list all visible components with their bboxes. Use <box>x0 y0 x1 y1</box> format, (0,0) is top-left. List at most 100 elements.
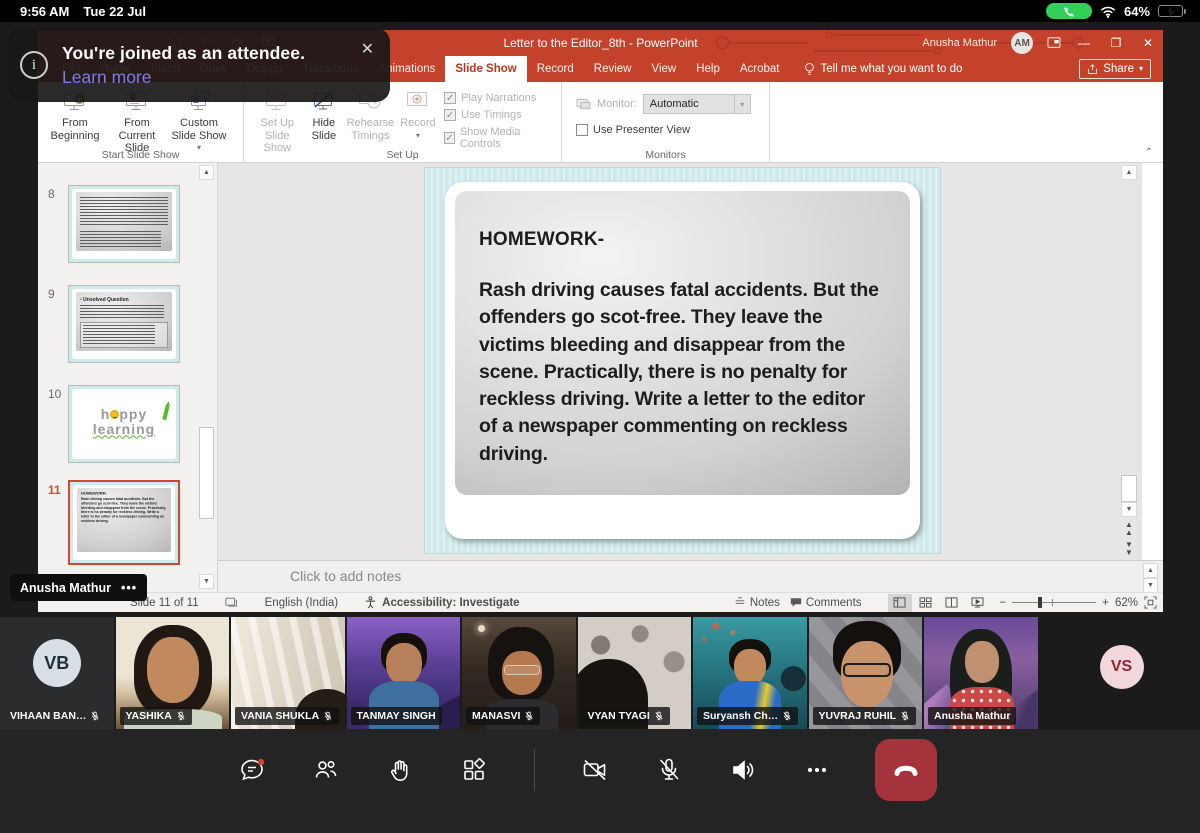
restore-button[interactable]: ❐ <box>1107 36 1125 50</box>
ribbon-options-icon[interactable] <box>1047 37 1061 49</box>
show-media-controls-checkbox[interactable]: ✓ Show Media Controls <box>444 126 551 150</box>
participant-tile[interactable]: MANASVI <box>462 617 576 729</box>
slide-8-thumbnail[interactable] <box>68 185 180 263</box>
slide-11-thumbnail-selected[interactable]: HOMEWORK- Rash driving causes fatal acci… <box>68 480 180 565</box>
zoom-in-button[interactable]: + <box>1102 597 1109 609</box>
notes-placeholder[interactable]: Click to add notes <box>290 568 401 584</box>
monitor-icon <box>576 98 591 109</box>
mic-off-button[interactable] <box>655 756 683 784</box>
happy-learning-logo: h ppy learning <box>93 404 170 436</box>
participant-tile[interactable]: YUVRAJ RUHIL <box>808 617 922 729</box>
use-presenter-view-checkbox[interactable]: Use Presenter View <box>576 124 751 136</box>
share-button[interactable]: Share ▾ <box>1079 59 1151 79</box>
scroll-down-arrow[interactable]: ▼ <box>1121 502 1137 517</box>
scrollbar-thumb[interactable] <box>1121 475 1137 502</box>
camera-off-button[interactable] <box>581 756 609 784</box>
speaker-button[interactable] <box>729 756 757 784</box>
next-slide-button[interactable]: ▼ ▼ <box>1121 539 1137 559</box>
record-button[interactable]: Record ▾ <box>398 86 438 140</box>
tell-me-box[interactable]: Tell me what you want to do <box>804 56 962 82</box>
slide-canvas: HOMEWORK- Rash driving causes fatal acci… <box>218 163 1142 560</box>
presenter-name-pill[interactable]: Anusha Mathur ••• <box>10 574 148 601</box>
use-timings-checkbox[interactable]: ✓ Use Timings <box>444 109 551 121</box>
tab-view[interactable]: View <box>642 56 687 82</box>
notes-toggle[interactable]: Notes <box>734 597 780 609</box>
more-options-dots[interactable]: ••• <box>121 581 137 595</box>
comments-icon <box>790 598 802 607</box>
reading-view-button[interactable] <box>940 594 964 612</box>
raise-hand-button[interactable] <box>386 756 414 784</box>
smiley-icon <box>110 409 120 419</box>
participant-tile[interactable]: Suryansh Ch… <box>693 617 807 729</box>
minimize-button[interactable]: — <box>1075 36 1093 50</box>
participant-tile[interactable]: VS <box>1043 617 1200 729</box>
hang-up-button[interactable] <box>875 739 937 801</box>
thumbnail-scrollbar[interactable]: ▲ ▼ <box>199 165 214 589</box>
zoom-out-button[interactable]: − <box>1000 597 1007 609</box>
checkbox-unchecked <box>576 124 588 136</box>
active-call-pill[interactable] <box>1045 3 1092 19</box>
current-slide[interactable]: HOMEWORK- Rash driving causes fatal acci… <box>425 168 940 553</box>
scroll-up-arrow[interactable]: ▲ <box>199 165 214 180</box>
chat-button[interactable] <box>238 756 266 784</box>
notes-scroll-up[interactable]: ▲ <box>1143 563 1158 578</box>
slide-number: 9 <box>48 287 55 301</box>
slide-show-view-button[interactable] <box>966 594 990 612</box>
close-button[interactable]: ✕ <box>1139 36 1157 50</box>
play-narrations-checkbox[interactable]: ✓ Play Narrations <box>444 92 551 104</box>
dropdown-caret[interactable]: ▾ <box>733 95 750 113</box>
toast-close-icon[interactable]: ✕ <box>361 39 374 59</box>
notes-pane[interactable]: Click to add notes ▲ ▼ <box>218 560 1163 593</box>
zoom-level[interactable]: 62% <box>1115 597 1138 609</box>
participants-button[interactable] <box>312 756 340 784</box>
slide-thumbnail-panel: 8 9 • Unsolved Question 10 h ppy learnin… <box>38 163 218 592</box>
info-icon: i <box>20 51 48 79</box>
display-settings-icon[interactable] <box>225 597 239 608</box>
slide-9-thumbnail[interactable]: • Unsolved Question <box>68 285 180 363</box>
previous-slide-button[interactable]: ▲ ▲ <box>1121 519 1137 539</box>
group-monitors: Monitor: Automatic ▾ Use Presenter View M… <box>562 82 770 162</box>
account-avatar[interactable]: AM <box>1011 32 1033 54</box>
more-options-button[interactable] <box>803 756 831 784</box>
fit-to-window-icon[interactable] <box>1144 596 1157 609</box>
tab-acrobat[interactable]: Acrobat <box>730 56 790 82</box>
account-name[interactable]: Anusha Mathur <box>922 37 997 49</box>
slide-sorter-view-button[interactable] <box>914 594 938 612</box>
vertical-scrollbar[interactable]: ▲ ▼ ▲ ▲ ▼ ▼ <box>1121 165 1137 558</box>
scrollbar-thumb[interactable] <box>199 427 214 519</box>
zoom-slider[interactable] <box>1012 597 1097 608</box>
participant-tile[interactable]: VYAN TYAGI <box>577 617 691 729</box>
tab-slide-show[interactable]: Slide Show <box>445 56 527 82</box>
slide-10-thumbnail[interactable]: h ppy learning <box>68 385 180 463</box>
monitor-label: Monitor: <box>597 98 637 110</box>
notes-scroll-down[interactable]: ▼ <box>1143 578 1158 593</box>
collapse-ribbon-chevron[interactable]: ⌃ <box>1145 147 1153 158</box>
zoom-slider-thumb[interactable] <box>1038 597 1043 608</box>
monitor-dropdown[interactable]: Automatic ▾ <box>642 94 751 114</box>
scroll-down-arrow[interactable]: ▼ <box>199 574 214 589</box>
tab-help[interactable]: Help <box>686 56 730 82</box>
apps-button[interactable] <box>460 756 488 784</box>
comments-toggle[interactable]: Comments <box>790 597 862 609</box>
slide-text-panel: HOMEWORK- Rash driving causes fatal acci… <box>455 191 910 495</box>
participant-tile[interactable]: VANIA SHUKLA <box>231 617 345 729</box>
participant-tile[interactable]: Anusha Mathur <box>924 617 1038 729</box>
battery-percent: 64% <box>1123 3 1150 19</box>
participant-tile[interactable]: TANMAY SINGH <box>346 617 460 729</box>
normal-view-button[interactable] <box>887 593 912 612</box>
accessibility-status[interactable]: Accessibility: Investigate <box>382 597 519 609</box>
tab-review[interactable]: Review <box>584 56 642 82</box>
slide-number: 10 <box>48 387 62 401</box>
checkbox-checked: ✓ <box>444 92 457 104</box>
language-indicator[interactable]: English (India) <box>265 597 339 609</box>
learn-more-link[interactable]: Learn more <box>62 67 305 88</box>
tab-record[interactable]: Record <box>527 56 584 82</box>
slide-heading: HOMEWORK- <box>479 229 605 250</box>
record-icon <box>406 92 427 106</box>
ios-status-bar: 9:56 AM Tue 22 Jul 64% <box>0 0 1200 22</box>
participant-tile[interactable]: YASHIKA <box>115 617 229 729</box>
accessibility-icon <box>365 596 376 609</box>
date: Tue 22 Jul <box>83 3 146 19</box>
scroll-up-arrow[interactable]: ▲ <box>1121 165 1137 180</box>
participant-tile[interactable]: VB VIHAAN BAN… <box>0 617 114 729</box>
